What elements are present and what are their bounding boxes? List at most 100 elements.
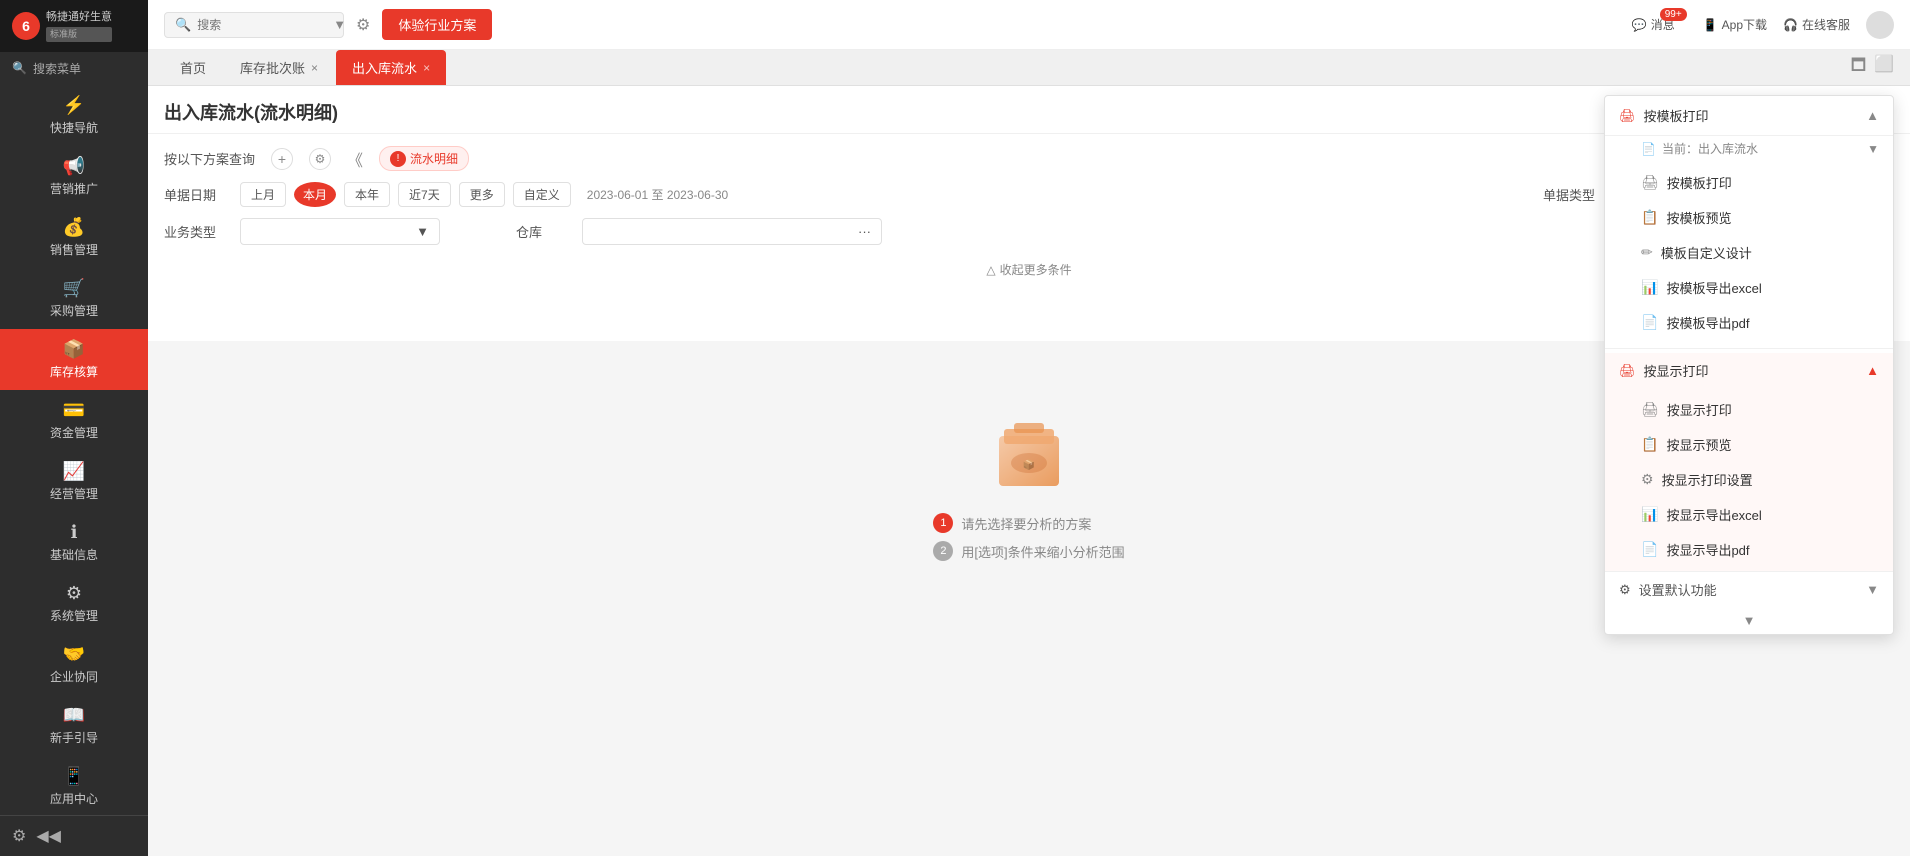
sales-icon: 💰 xyxy=(63,217,85,238)
sidebar-item-inventory[interactable]: 📦 库存核算 xyxy=(0,329,148,390)
collapse-sidebar-icon[interactable]: ◀◀ xyxy=(36,826,61,846)
filter-settings-btn[interactable]: ⚙ xyxy=(309,148,331,170)
panel-display-settings[interactable]: ⚙ 按显示打印设置 xyxy=(1605,462,1893,497)
panel-display-excel[interactable]: 📊 按显示导出excel xyxy=(1605,497,1893,532)
date-btn-this-month[interactable]: 本月 xyxy=(294,182,336,207)
add-filter-btn[interactable]: + xyxy=(271,148,293,170)
settings-icon[interactable]: ⚙ xyxy=(12,826,26,846)
sidebar-search[interactable]: 🔍 搜索菜单 xyxy=(0,52,148,85)
panel-current-chevron: ▼ xyxy=(1867,142,1879,156)
date-btn-this-year[interactable]: 本年 xyxy=(344,182,390,207)
topbar-search-dropdown[interactable]: ▼ xyxy=(333,17,346,32)
topbar-gear-icon[interactable]: ⚙ xyxy=(356,15,370,35)
topbar-search-icon: 🔍 xyxy=(175,17,191,33)
topbar-search-input[interactable] xyxy=(197,18,327,32)
sidebar-item-label: 基础信息 xyxy=(50,546,98,563)
sidebar: 6 畅捷通好生意 标准版 🔍 搜索菜单 ⚡ 快捷导航 📢 营销推广 💰 销售管理… xyxy=(0,0,148,856)
sidebar-item-enterprise[interactable]: 🤝 企业协同 xyxy=(0,634,148,695)
chevron-up-icon2: △ xyxy=(986,263,995,277)
empty-step-2: 2 用[选项]条件来缩小分析范围 xyxy=(933,541,1124,561)
panel-display-preview[interactable]: 📋 按显示预览 xyxy=(1605,427,1893,462)
tabbar-restore-icon[interactable]: 🗖 xyxy=(1851,54,1866,81)
sidebar-item-quick-nav[interactable]: ⚡ 快捷导航 xyxy=(0,85,148,146)
active-filter-tag[interactable]: ! 流水明细 xyxy=(379,146,469,171)
topbar-search-box[interactable]: 🔍 ▼ xyxy=(164,12,344,38)
sidebar-item-marketing[interactable]: 📢 营销推广 xyxy=(0,146,148,207)
panel-item-template-excel[interactable]: 📊 按模板导出excel xyxy=(1605,270,1893,305)
step2-text: 用[选项]条件来缩小分析范围 xyxy=(961,542,1124,561)
date-btn-7days[interactable]: 近7天 xyxy=(398,182,451,207)
filter-collapse-btn[interactable]: 《 xyxy=(347,147,363,171)
panel-item-label: 按显示打印设置 xyxy=(1662,470,1753,489)
excel-icon: 📊 xyxy=(1641,279,1658,296)
user-avatar[interactable] xyxy=(1866,11,1894,39)
sidebar-item-label: 营销推广 xyxy=(50,180,98,197)
system-icon: ⚙ xyxy=(66,583,82,604)
tab-batch-account[interactable]: 库存批次账 × xyxy=(224,50,334,85)
display-print-header-icon: 🖨 xyxy=(1619,363,1636,379)
sidebar-item-label: 采购管理 xyxy=(50,302,98,319)
guide-icon: 📖 xyxy=(63,705,85,726)
panel-template-section: 🖨 按模板打印 📋 按模板预览 ✏ 模板自定义设计 📊 按模板导出excel 📄… xyxy=(1605,161,1893,344)
tab-flow-label: 出入库流水 xyxy=(352,58,417,77)
sidebar-item-app-center[interactable]: 📱 应用中心 xyxy=(0,756,148,815)
enterprise-icon: 🤝 xyxy=(63,644,85,665)
trial-btn[interactable]: 体验行业方案 xyxy=(382,9,492,40)
display-settings-icon: ⚙ xyxy=(1641,471,1654,488)
sidebar-item-basic-info[interactable]: ℹ 基础信息 xyxy=(0,512,148,573)
panel-display-pdf[interactable]: 📄 按显示导出pdf xyxy=(1605,532,1893,567)
sidebar-item-operations[interactable]: 📈 经营管理 xyxy=(0,451,148,512)
tabbar-right: 🗖 ⬜ xyxy=(1851,54,1894,81)
panel-item-template-pdf[interactable]: 📄 按模板导出pdf xyxy=(1605,305,1893,340)
printer2-icon: 🖨 xyxy=(1641,174,1659,191)
panel-item-template-print[interactable]: 🖨 按模板打印 xyxy=(1605,165,1893,200)
app-download-btn[interactable]: 📱 App下载 xyxy=(1703,16,1767,33)
sidebar-item-sales[interactable]: 💰 销售管理 xyxy=(0,207,148,268)
sidebar-item-guide[interactable]: 📖 新手引导 xyxy=(0,695,148,756)
panel-current-label: 📄 当前：出入库流水 ▼ xyxy=(1605,136,1893,161)
display-preview-icon: 📋 xyxy=(1641,436,1658,453)
tabbar-fullscreen-icon[interactable]: ⬜ xyxy=(1874,54,1894,81)
panel-footer-label: 设置默认功能 xyxy=(1639,580,1717,599)
app-center-icon: 📱 xyxy=(63,766,85,787)
tab-home-label: 首页 xyxy=(180,58,206,77)
panel-footer-icon: ⚙ xyxy=(1619,582,1631,598)
messages-badge: 99+ xyxy=(1660,8,1687,21)
app-name: 畅捷通好生意 标准版 xyxy=(46,10,112,42)
date-label: 单据日期 xyxy=(164,185,224,204)
date-btn-custom[interactable]: 自定义 xyxy=(513,182,571,207)
doc-type-label: 单据类型 xyxy=(1543,185,1595,204)
panel-collapse-icon[interactable]: ▲ xyxy=(1866,108,1879,123)
warehouse-label: 仓库 xyxy=(516,222,566,241)
online-service-btn[interactable]: 🎧 在线客服 xyxy=(1783,16,1850,33)
app-download-label: App下载 xyxy=(1722,16,1767,33)
panel-footer-chevron: ▼ xyxy=(1866,582,1879,597)
collapse-btn-label: 收起更多条件 xyxy=(1000,261,1072,278)
panel-scroll-down-btn[interactable]: ▼ xyxy=(1605,607,1893,634)
panel-display-header[interactable]: 🖨 按显示打印 ▲ xyxy=(1605,353,1893,388)
pdf-icon: 📄 xyxy=(1641,314,1658,331)
svg-text:📦: 📦 xyxy=(1023,458,1035,471)
filter-section-label: 按以下方案查询 xyxy=(164,149,255,168)
date-btn-last-month[interactable]: 上月 xyxy=(240,182,286,207)
sidebar-item-system[interactable]: ⚙ 系统管理 xyxy=(0,573,148,634)
sidebar-item-purchase[interactable]: 🛒 采购管理 xyxy=(0,268,148,329)
tab-flow-close[interactable]: × xyxy=(423,61,430,75)
panel-item-template-preview[interactable]: 📋 按模板预览 xyxy=(1605,200,1893,235)
empty-steps: 1 请先选择要分析的方案 2 用[选项]条件来缩小分析范围 xyxy=(933,513,1124,561)
step1-text: 请先选择要分析的方案 xyxy=(961,514,1091,533)
tab-flow-water[interactable]: 出入库流水 × xyxy=(336,50,446,85)
tab-batch-close[interactable]: × xyxy=(311,61,318,75)
active-filter-icon: ! xyxy=(390,151,406,167)
warehouse-dropdown[interactable]: ··· xyxy=(582,218,882,245)
panel-footer[interactable]: ⚙ 设置默认功能 ▼ xyxy=(1605,571,1893,607)
panel-display-print[interactable]: 🖨 按显示打印 xyxy=(1605,392,1893,427)
date-btn-more[interactable]: 更多 xyxy=(459,182,505,207)
panel-title: 按模板打印 xyxy=(1644,106,1709,125)
messages-btn[interactable]: 💬 消息 99+ xyxy=(1632,16,1675,33)
tab-home[interactable]: 首页 xyxy=(164,50,222,85)
sidebar-item-finance[interactable]: 💳 资金管理 xyxy=(0,390,148,451)
business-type-dropdown[interactable]: ▼ xyxy=(240,218,440,245)
panel-item-template-design[interactable]: ✏ 模板自定义设计 xyxy=(1605,235,1893,270)
panel-item-label: 模板自定义设计 xyxy=(1661,243,1752,262)
